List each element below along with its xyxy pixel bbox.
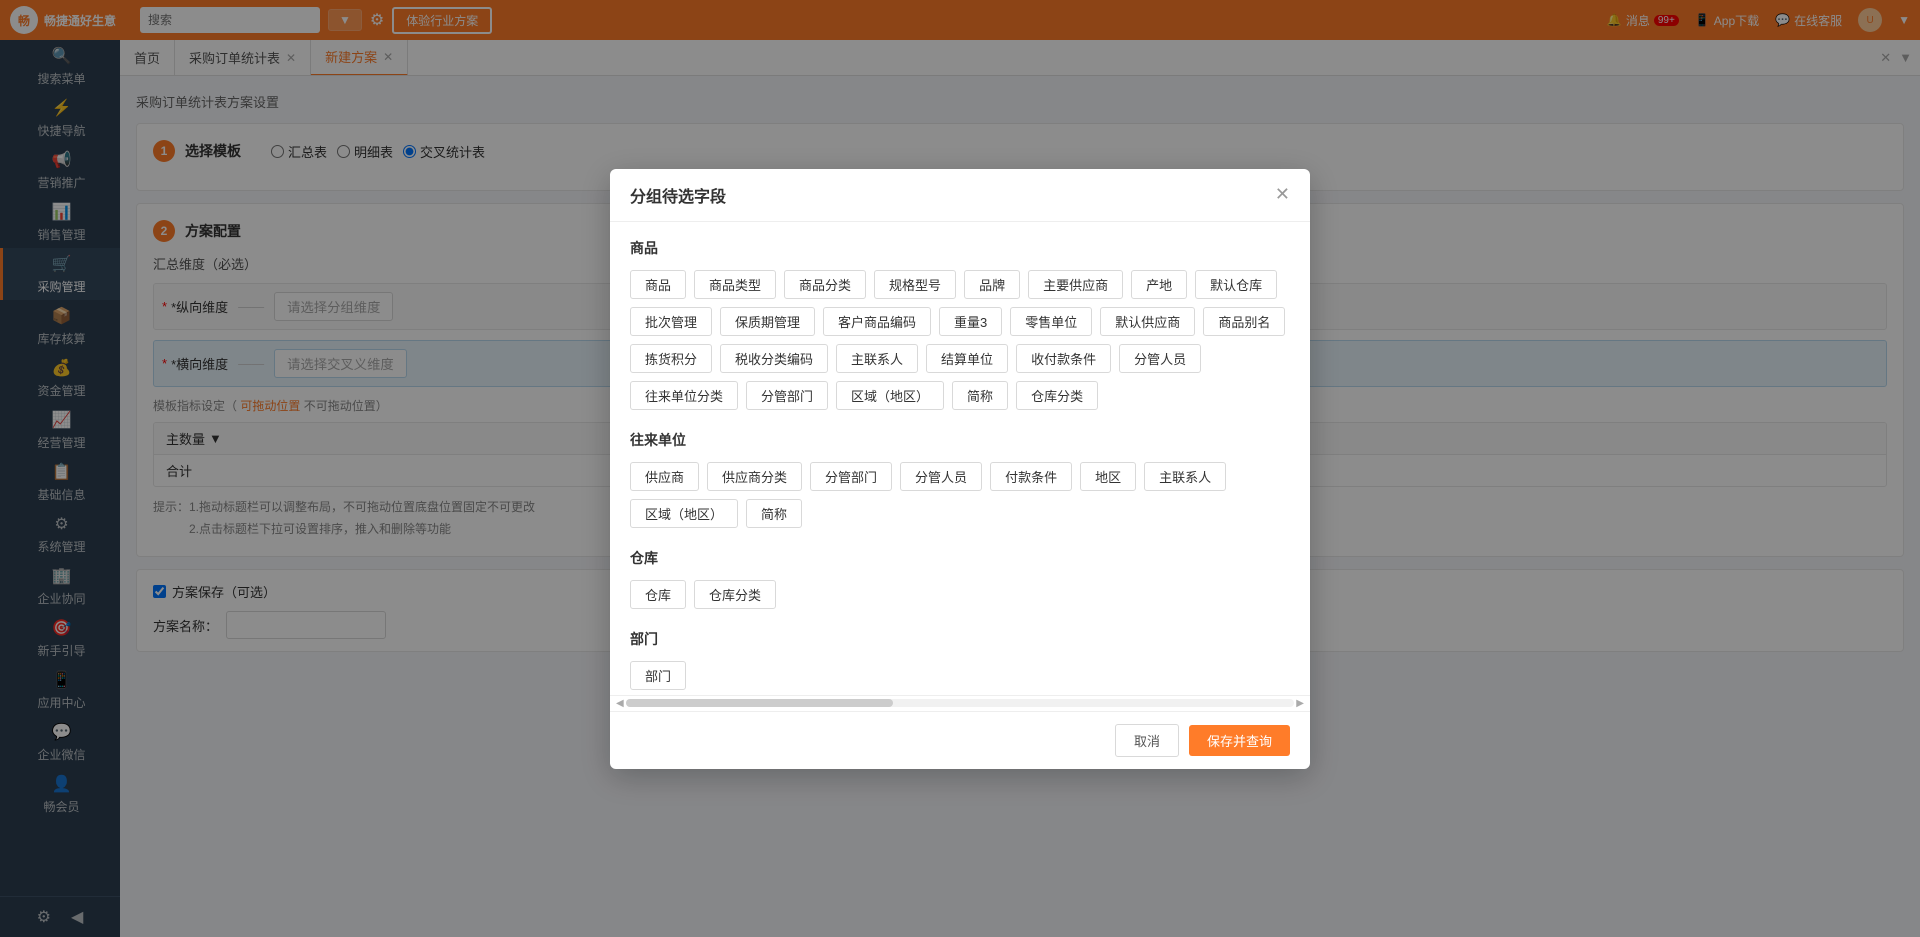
field-tag[interactable]: 仓库分类 [1016,381,1098,410]
field-tag[interactable]: 主要供应商 [1028,270,1123,299]
field-tag[interactable]: 重量3 [939,307,1002,336]
scroll-right-btn[interactable]: ▶ [1294,698,1306,709]
field-group-partner-title: 往来单位 [630,430,1290,450]
field-tag[interactable]: 默认仓库 [1195,270,1277,299]
modal-cancel-btn[interactable]: 取消 [1115,724,1179,757]
field-group-goods-title: 商品 [630,238,1290,258]
field-tag[interactable]: 商品类型 [694,270,776,299]
modal-footer: 取消 保存并查询 [610,711,1310,769]
field-tag[interactable]: 往来单位分类 [630,381,738,410]
field-tag[interactable]: 付款条件 [990,462,1072,491]
modal-bottom-scroll: ◀ ▶ [610,695,1310,711]
field-tag[interactable]: 供应商分类 [707,462,802,491]
field-tag[interactable]: 简称 [952,381,1008,410]
scroll-thumb [626,699,893,707]
modal: 分组待选字段 ✕ 商品 商品 商品类型 商品分类 规格型号 品牌 主要供应商 产… [610,169,1310,769]
field-tag[interactable]: 保质期管理 [720,307,815,336]
field-tag[interactable]: 主联系人 [1144,462,1226,491]
field-tag[interactable]: 简称 [746,499,802,528]
scroll-left-btn[interactable]: ◀ [614,698,626,709]
modal-confirm-btn[interactable]: 保存并查询 [1189,725,1290,756]
field-group-department: 部门 部门 [630,629,1290,690]
field-tag[interactable]: 主联系人 [836,344,918,373]
field-items-warehouse: 仓库 仓库分类 [630,580,1290,609]
field-tag[interactable]: 商品 [630,270,686,299]
field-tag[interactable]: 税收分类编码 [720,344,828,373]
field-items-partner: 供应商 供应商分类 分管部门 分管人员 付款条件 地区 主联系人 区域（地区） … [630,462,1290,528]
scroll-track[interactable] [626,699,1295,707]
field-tag[interactable]: 商品别名 [1203,307,1285,336]
modal-title: 分组待选字段 [630,183,726,207]
field-tag[interactable]: 仓库 [630,580,686,609]
field-group-warehouse: 仓库 仓库 仓库分类 [630,548,1290,609]
field-tag[interactable]: 分管人员 [900,462,982,491]
modal-overlay: 分组待选字段 ✕ 商品 商品 商品类型 商品分类 规格型号 品牌 主要供应商 产… [0,0,1920,937]
field-tag[interactable]: 供应商 [630,462,699,491]
field-tag[interactable]: 分管部门 [746,381,828,410]
field-tag[interactable]: 地区 [1080,462,1136,491]
field-tag[interactable]: 规格型号 [874,270,956,299]
modal-close-btn[interactable]: ✕ [1275,184,1290,205]
field-tag[interactable]: 结算单位 [926,344,1008,373]
field-tag[interactable]: 区域（地区） [836,381,944,410]
field-tag[interactable]: 仓库分类 [694,580,776,609]
field-tag[interactable]: 默认供应商 [1100,307,1195,336]
field-tag[interactable]: 产地 [1131,270,1187,299]
field-tag[interactable]: 分管人员 [1119,344,1201,373]
modal-body[interactable]: 商品 商品 商品类型 商品分类 规格型号 品牌 主要供应商 产地 默认仓库 批次… [610,222,1310,695]
field-tag[interactable]: 商品分类 [784,270,866,299]
field-group-department-title: 部门 [630,629,1290,649]
field-items-department: 部门 [630,661,1290,690]
field-tag[interactable]: 批次管理 [630,307,712,336]
modal-header: 分组待选字段 ✕ [610,169,1310,222]
field-tag[interactable]: 客户商品编码 [823,307,931,336]
field-items-goods: 商品 商品类型 商品分类 规格型号 品牌 主要供应商 产地 默认仓库 批次管理 … [630,270,1290,410]
field-group-partner: 往来单位 供应商 供应商分类 分管部门 分管人员 付款条件 地区 主联系人 区域… [630,430,1290,528]
field-tag[interactable]: 零售单位 [1010,307,1092,336]
field-tag[interactable]: 区域（地区） [630,499,738,528]
field-tag[interactable]: 品牌 [964,270,1020,299]
field-tag[interactable]: 收付款条件 [1016,344,1111,373]
field-group-goods: 商品 商品 商品类型 商品分类 规格型号 品牌 主要供应商 产地 默认仓库 批次… [630,238,1290,410]
field-tag[interactable]: 部门 [630,661,686,690]
field-group-warehouse-title: 仓库 [630,548,1290,568]
field-tag[interactable]: 拣货积分 [630,344,712,373]
field-tag[interactable]: 分管部门 [810,462,892,491]
